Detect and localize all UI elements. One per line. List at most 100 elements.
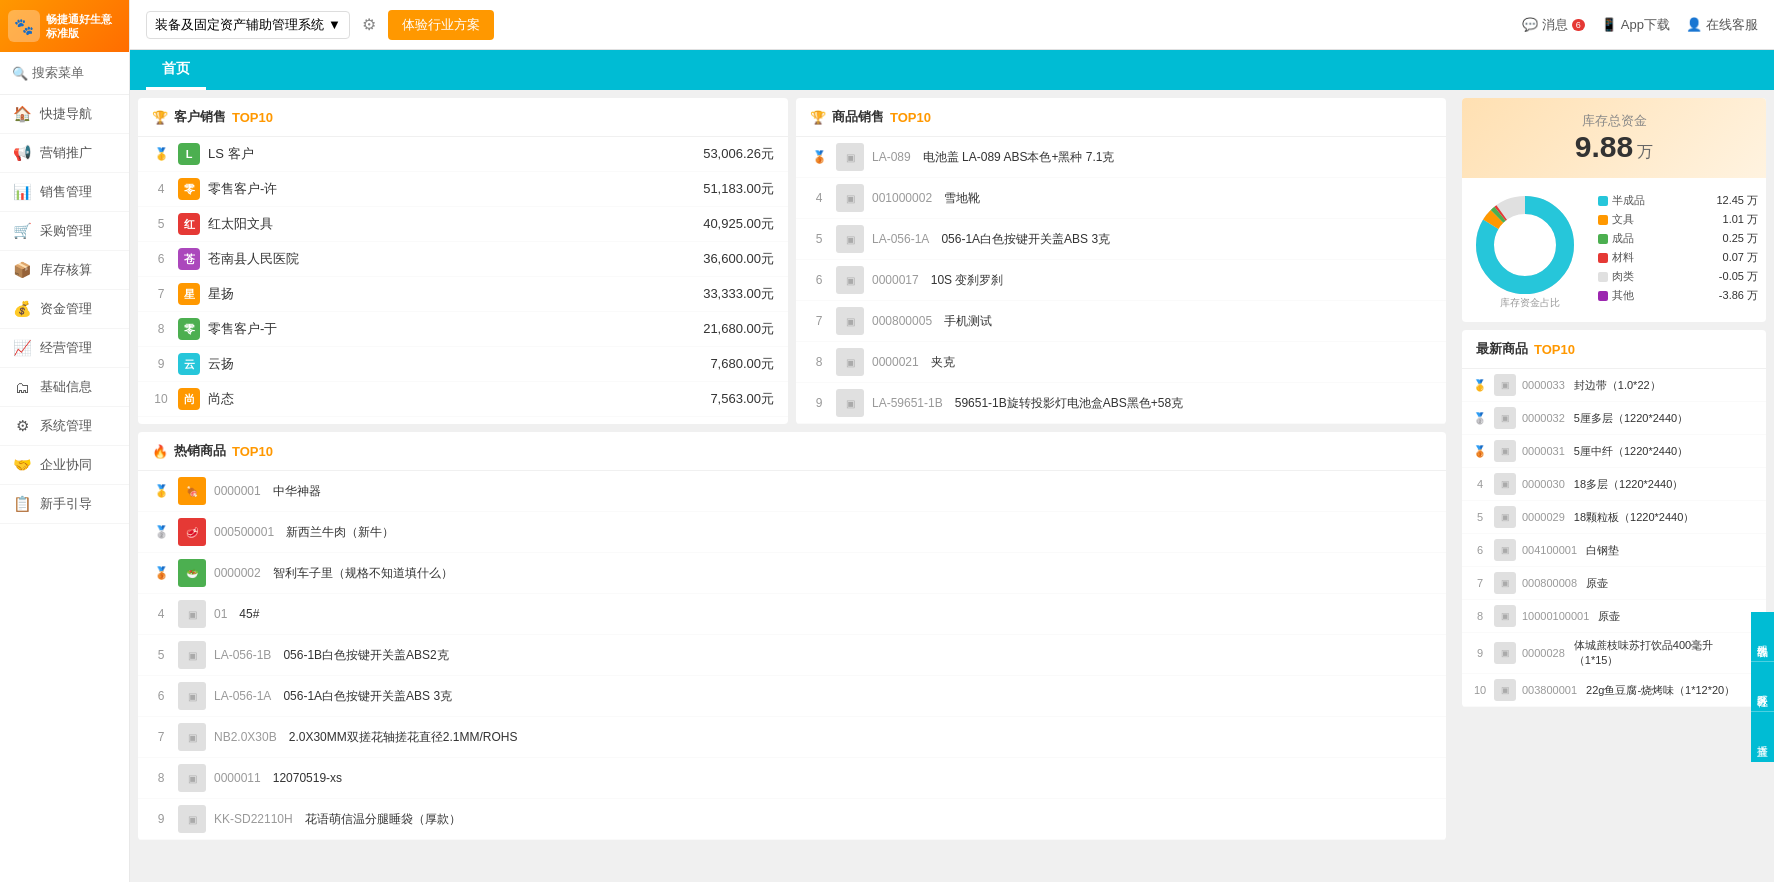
logo-icon: 🐾 — [8, 10, 40, 42]
hot-products-title: 热销商品 — [174, 442, 226, 460]
product-image: ▣ — [178, 723, 206, 751]
management-icon: 📈 — [12, 339, 32, 357]
product-image: ▣ — [836, 184, 864, 212]
sidebar-item-label: 系统管理 — [40, 417, 92, 435]
customer-rank-top10: TOP10 — [232, 110, 273, 125]
messages-label: 消息 — [1542, 16, 1568, 34]
list-item: 8 ▣ 10000100001 原壶 — [1462, 600, 1766, 633]
sidebar-item-basic-info[interactable]: 🗂 基础信息 — [0, 368, 129, 407]
sidebar-item-marketing[interactable]: 📢 营销推广 — [0, 134, 129, 173]
list-item: 🥈 🥩 000500001 新西兰牛肉（新牛） — [138, 512, 1446, 553]
newest-top10: TOP10 — [1534, 342, 1575, 357]
list-item: 4 ▣ 01 45# — [138, 594, 1446, 635]
donut-chart: 库存资金占比 — [1470, 190, 1590, 310]
table-row: 🥇 L LS 客户 53,006.26元 — [138, 137, 788, 172]
hot-products-top10: TOP10 — [232, 444, 273, 459]
list-item: 10 ▣ 003800001 22g鱼豆腐-烧烤味（1*12*20） — [1462, 674, 1766, 707]
medal-silver-icon: 🥈 — [1472, 412, 1488, 425]
system-title-dropdown[interactable]: 装备及固定资产辅助管理系统 ▼ — [146, 11, 350, 39]
inventory-total-unit: 万 — [1637, 142, 1653, 163]
sidebar-item-purchase[interactable]: 🛒 采购管理 — [0, 212, 129, 251]
search-menu-button[interactable]: 🔍 搜索菜单 — [8, 60, 121, 86]
table-row: 4 ▣ 001000002 雪地靴 — [796, 178, 1446, 219]
product-image: 🍖 — [178, 477, 206, 505]
sidebar-item-sales[interactable]: 📊 销售管理 — [0, 173, 129, 212]
system-icon: ⚙ — [12, 417, 32, 435]
fire-icon: 🔥 — [152, 444, 168, 459]
sidebar-item-management[interactable]: 📈 经营管理 — [0, 329, 129, 368]
list-item: 5 ▣ LA-056-1B 056-1B白色按键开关盖ABS2克 — [138, 635, 1446, 676]
customer-hotline-button[interactable]: 客服热线 — [1751, 612, 1774, 662]
messages-button[interactable]: 💬 消息 6 — [1522, 16, 1585, 34]
list-item: 6 ▣ 004100001 白钢垫 — [1462, 534, 1766, 567]
customer-badge: 红 — [178, 213, 200, 235]
sidebar-item-label: 企业协同 — [40, 456, 92, 474]
sidebar-item-label: 基础信息 — [40, 378, 92, 396]
dropdown-arrow-icon: ▼ — [328, 17, 341, 32]
cooperation-icon: 🤝 — [12, 456, 32, 474]
legend-item: 材料 0.07 万 — [1598, 250, 1758, 265]
online-service-label: 在线客服 — [1706, 16, 1758, 34]
sidebar-item-label: 库存核算 — [40, 261, 92, 279]
sidebar-item-label: 营销推广 — [40, 144, 92, 162]
customer-badge: 星 — [178, 283, 200, 305]
table-row: 9 ▣ LA-59651-1B 59651-1B旋转投影灯电池盒ABS黑色+58… — [796, 383, 1446, 424]
list-item: 6 ▣ LA-056-1A 056-1A白色按键开关盖ABS 3克 — [138, 676, 1446, 717]
customer-badge: 云 — [178, 353, 200, 375]
legend-item: 半成品 12.45 万 — [1598, 193, 1758, 208]
sidebar-item-inventory[interactable]: 📦 库存核算 — [0, 251, 129, 290]
nav-home[interactable]: 首页 — [146, 50, 206, 90]
product-rank-panel: 🏆 商品销售 TOP10 🥉 ▣ LA-089 电池盖 LA-089 ABS本色… — [796, 98, 1446, 424]
online-service-button[interactable]: 👤 在线客服 — [1686, 16, 1758, 34]
list-item: 9 ▣ KK-SD22110H 花语萌信温分腿睡袋（厚款） — [138, 799, 1446, 840]
medal-bronze-icon: 🥉 — [152, 566, 170, 580]
medal-silver-icon: 🥈 — [152, 525, 170, 539]
sidebar-search-section: 🔍 搜索菜单 — [0, 52, 129, 95]
product-image: ▣ — [178, 600, 206, 628]
sidebar-item-cooperation[interactable]: 🤝 企业协同 — [0, 446, 129, 485]
table-row: 10 尚 尚态 7,563.00元 — [138, 382, 788, 417]
list-item: 4 ▣ 0000030 18多层（1220*2440） — [1462, 468, 1766, 501]
legend-color-dot — [1598, 196, 1608, 206]
customer-badge: 零 — [178, 318, 200, 340]
sidebar-item-quicknav[interactable]: 🏠 快捷导航 — [0, 95, 129, 134]
donut-section: 库存资金占比 半成品 12.45 万 文具 1.01 万 — [1462, 178, 1766, 322]
app-download-button[interactable]: 📱 App下载 — [1601, 16, 1670, 34]
product-image: ▣ — [1494, 539, 1516, 561]
top-nav: 首页 — [130, 50, 1774, 90]
product-image: ▣ — [1494, 407, 1516, 429]
purchase-icon: 🛒 — [12, 222, 32, 240]
live-broadcast-button[interactable]: 直播 — [1751, 712, 1774, 762]
customer-rank-table: 🥇 L LS 客户 53,006.26元 4 零 零售客户-许 51,183.0… — [138, 137, 788, 417]
sidebar-item-system[interactable]: ⚙ 系统管理 — [0, 407, 129, 446]
sidebar-item-label: 资金管理 — [40, 300, 92, 318]
product-rank-header: 🏆 商品销售 TOP10 — [796, 98, 1446, 137]
list-item: 7 ▣ NB2.0X30B 2.0X30MM双搓花轴搓花直径2.1MM/ROHS — [138, 717, 1446, 758]
trial-button[interactable]: 体验行业方案 — [388, 10, 494, 40]
product-image: 🥗 — [178, 559, 206, 587]
header-right-section: 💬 消息 6 📱 App下载 👤 在线客服 — [1522, 16, 1758, 34]
legend-color-dot — [1598, 234, 1608, 244]
customer-rank-title: 客户销售 — [174, 108, 226, 126]
newest-products-header: 最新商品 TOP10 — [1462, 330, 1766, 369]
product-image: 🥩 — [178, 518, 206, 546]
product-image: ▣ — [1494, 374, 1516, 396]
legend-list: 半成品 12.45 万 文具 1.01 万 成品 0.25 万 — [1598, 193, 1758, 307]
float-service-panel: 客服热线 服务社区 直播 — [1751, 612, 1774, 762]
donut-label: 库存资金占比 — [1500, 296, 1560, 310]
table-row: 🥉 ▣ LA-089 电池盖 LA-089 ABS本色+黑种 7.1克 — [796, 137, 1446, 178]
product-image: ▣ — [178, 805, 206, 833]
sidebar-item-finance[interactable]: 💰 资金管理 — [0, 290, 129, 329]
finance-icon: 💰 — [12, 300, 32, 318]
product-image: ▣ — [836, 307, 864, 335]
service-community-button[interactable]: 服务社区 — [1751, 662, 1774, 712]
legend-item: 成品 0.25 万 — [1598, 231, 1758, 246]
rank-panels-section: 🏆 客户销售 TOP10 🥇 L LS 客户 53,006.26元 4 — [138, 98, 1446, 424]
product-image: ▣ — [836, 348, 864, 376]
table-row: 5 ▣ LA-056-1A 056-1A白色按键开关盖ABS 3克 — [796, 219, 1446, 260]
settings-gear-icon[interactable]: ⚙ — [362, 15, 376, 34]
service-icon: 👤 — [1686, 17, 1702, 32]
system-title-text: 装备及固定资产辅助管理系统 — [155, 16, 324, 34]
legend-color-dot — [1598, 291, 1608, 301]
sidebar-item-guide[interactable]: 📋 新手引导 — [0, 485, 129, 524]
